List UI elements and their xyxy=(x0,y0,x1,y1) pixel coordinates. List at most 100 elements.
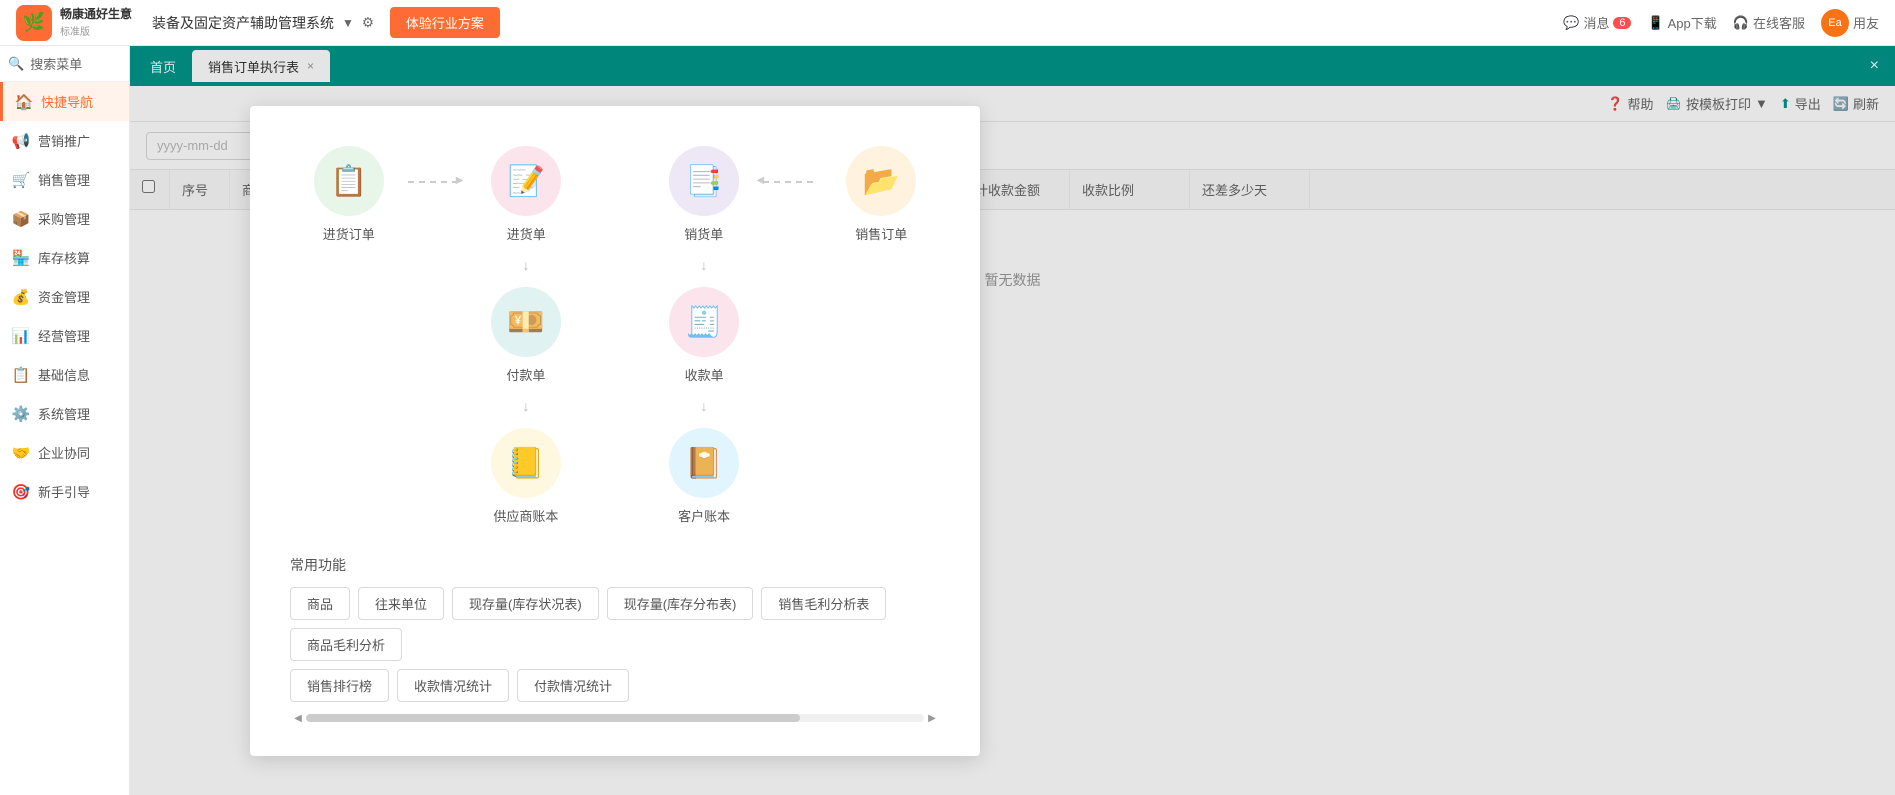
top-right: 💬 消息 6 📱 App下载 🎧 在线客服 Ea 用友 xyxy=(1563,9,1879,37)
scrollbar-thumb xyxy=(306,714,800,722)
common-btn-product[interactable]: 商品 xyxy=(290,587,350,620)
sales-order-node[interactable]: 📂 销售订单 xyxy=(823,136,941,253)
payment-bill-icon: 💴 xyxy=(491,287,561,357)
purchase-order-icon: 📋 xyxy=(314,146,384,216)
flow-row-3: 📒 供应商账本 📔 客户账本 xyxy=(290,418,940,535)
settings-btn[interactable]: ⚙ xyxy=(354,9,382,37)
payment-bill-node[interactable]: 💴 付款单 xyxy=(467,277,585,394)
customer-ledger-icon: 📔 xyxy=(669,428,739,498)
purchase-order-node[interactable]: 📋 进货订单 xyxy=(290,136,408,253)
common-btn-sales-ranking[interactable]: 销售排行榜 xyxy=(290,669,389,702)
sidebar-item-label: 经营管理 xyxy=(38,326,90,345)
operations-icon: 📊 xyxy=(12,327,30,345)
sidebar-item-quick-nav[interactable]: 🏠 快捷导航 xyxy=(0,82,129,121)
receipt-bill-label: 收款单 xyxy=(685,365,724,384)
message-badge: 6 xyxy=(1613,17,1631,29)
top-bar: 🌿 畅康通好生意 标准版 装备及固定资产辅助管理系统 ▼ ⚙ 体验行业方案 💬 … xyxy=(0,0,1895,46)
sidebar-item-label: 基础信息 xyxy=(38,365,90,384)
sidebar-item-cooperation[interactable]: 🤝 企业协同 xyxy=(0,433,129,472)
sidebar-item-newbie[interactable]: 🎯 新手引导 xyxy=(0,472,129,511)
sales-bill-node[interactable]: 📑 销货单 xyxy=(645,136,763,253)
system-dropdown-btn[interactable]: ▼ xyxy=(342,16,354,30)
arrow-down-purchase-bill: ↓ xyxy=(467,253,585,277)
sidebar-item-operations[interactable]: 📊 经营管理 xyxy=(0,316,129,355)
marketing-icon: 📢 xyxy=(12,132,30,150)
common-btn-stock-dist[interactable]: 现存量(库存分布表) xyxy=(607,587,754,620)
sales-bill-icon: 📑 xyxy=(669,146,739,216)
search-icon: 🔍 xyxy=(8,56,24,72)
sales-icon: 🛒 xyxy=(12,171,30,189)
sidebar-search[interactable]: 🔍 搜索菜单 xyxy=(0,46,129,82)
common-functions-section: 常用功能 商品 往来单位 现存量(库存状况表) 现存量(库存分布表) 销售毛利分… xyxy=(290,555,940,702)
receipt-bill-icon: 🧾 xyxy=(669,287,739,357)
supplier-ledger-label: 供应商账本 xyxy=(493,506,558,525)
customer-ledger-label: 客户账本 xyxy=(678,506,730,525)
sales-order-icon: 📂 xyxy=(846,146,916,216)
sidebar-item-inventory[interactable]: 🏪 库存核算 xyxy=(0,238,129,277)
supplier-ledger-icon: 📒 xyxy=(491,428,561,498)
sidebar-item-label: 营销推广 xyxy=(38,131,90,150)
home-icon: 🏠 xyxy=(15,93,33,111)
trial-btn[interactable]: 体验行业方案 xyxy=(390,7,500,38)
sidebar-item-basic-info[interactable]: 📋 基础信息 xyxy=(0,355,129,394)
message-btn[interactable]: 💬 消息 6 xyxy=(1563,13,1631,32)
flow-diagram: 📋 进货订单 ▶ 📝 xyxy=(290,136,940,535)
common-btn-partner[interactable]: 往来单位 xyxy=(358,587,444,620)
modal-scrollbar-row: ◀ ▶ xyxy=(290,710,940,726)
sidebar-item-finance[interactable]: 💰 资金管理 xyxy=(0,277,129,316)
system-name: 装备及固定资产辅助管理系统 xyxy=(152,13,334,33)
customer-ledger-node[interactable]: 📔 客户账本 xyxy=(645,418,763,535)
sidebar-item-label: 快捷导航 xyxy=(41,92,93,111)
arrow-down-receipt: ↓ xyxy=(645,394,763,418)
purchase-icon: 📦 xyxy=(12,210,30,228)
cooperation-icon: 🤝 xyxy=(12,444,30,462)
scrollbar-track[interactable] xyxy=(306,714,924,722)
main-area: 🔍 搜索菜单 🏠 快捷导航 📢 营销推广 🛒 销售管理 📦 采购管理 🏪 xyxy=(0,46,1895,795)
sidebar-item-label: 系统管理 xyxy=(38,404,90,423)
arrow-purchase-to-bill: ▶ xyxy=(408,181,458,183)
supplier-ledger-node[interactable]: 📒 供应商账本 xyxy=(467,418,585,535)
receipt-bill-node[interactable]: 🧾 收款单 xyxy=(645,277,763,394)
logo-icon: 🌿 xyxy=(16,5,52,41)
inventory-icon: 🏪 xyxy=(12,249,30,267)
app-download-btn[interactable]: 📱 App下载 xyxy=(1647,13,1716,32)
content-area: 首页 销售订单执行表 × × ❓ 帮助 🖨 按模板打印 ▼ xyxy=(130,46,1895,795)
online-service-btn[interactable]: 🎧 在线客服 xyxy=(1733,13,1805,32)
service-icon: 🎧 xyxy=(1733,15,1749,31)
logo-sub: 标准版 xyxy=(60,23,132,38)
sidebar-item-label: 新手引导 xyxy=(38,482,90,501)
flow-row-1: 📋 进货订单 ▶ 📝 xyxy=(290,136,940,253)
sidebar-item-label: 采购管理 xyxy=(38,209,90,228)
common-btn-product-gross[interactable]: 商品毛利分析 xyxy=(290,628,402,661)
purchase-bill-node[interactable]: 📝 进货单 xyxy=(468,136,586,253)
scrollbar-right-btn[interactable]: ▶ xyxy=(924,710,940,726)
common-functions-title: 常用功能 xyxy=(290,555,940,575)
sidebar: 🔍 搜索菜单 🏠 快捷导航 📢 营销推广 🛒 销售管理 📦 采购管理 🏪 xyxy=(0,46,130,795)
sidebar-item-sales[interactable]: 🛒 销售管理 xyxy=(0,160,129,199)
sidebar-item-label: 库存核算 xyxy=(38,248,90,267)
sidebar-item-system[interactable]: ⚙️ 系统管理 xyxy=(0,394,129,433)
logo-text: 畅康通好生意 xyxy=(60,7,132,23)
user-menu-btn[interactable]: Ea 用友 xyxy=(1821,9,1879,37)
flow-arrows-row-1: ↓ ↓ xyxy=(290,253,940,277)
scrollbar-left-btn[interactable]: ◀ xyxy=(290,710,306,726)
arrow-down-payment: ↓ xyxy=(467,394,585,418)
arrow-sales-order-to-bill: ◀ xyxy=(763,181,813,183)
sidebar-item-marketing[interactable]: 📢 营销推广 xyxy=(0,121,129,160)
common-btn-sales-gross[interactable]: 销售毛利分析表 xyxy=(761,587,886,620)
message-icon: 💬 xyxy=(1563,15,1579,31)
logo-area: 🌿 畅康通好生意 标准版 xyxy=(16,5,132,41)
quick-nav-modal: 📋 进货订单 ▶ 📝 xyxy=(250,106,980,756)
sidebar-item-label: 资金管理 xyxy=(38,287,90,306)
common-btn-receipt-stats[interactable]: 收款情况统计 xyxy=(397,669,509,702)
flow-row-2: 💴 付款单 🧾 收款单 xyxy=(290,277,940,394)
flow-arrows-row-2: ↓ ↓ xyxy=(290,394,940,418)
sidebar-item-label: 销售管理 xyxy=(38,170,90,189)
common-btn-stock-status[interactable]: 现存量(库存状况表) xyxy=(452,587,599,620)
common-btn-payment-stats[interactable]: 付款情况统计 xyxy=(517,669,629,702)
sidebar-item-purchase[interactable]: 📦 采购管理 xyxy=(0,199,129,238)
system-icon: ⚙️ xyxy=(12,405,30,423)
newbie-icon: 🎯 xyxy=(12,483,30,501)
purchase-order-label: 进货订单 xyxy=(323,224,375,243)
sidebar-item-label: 企业协同 xyxy=(38,443,90,462)
